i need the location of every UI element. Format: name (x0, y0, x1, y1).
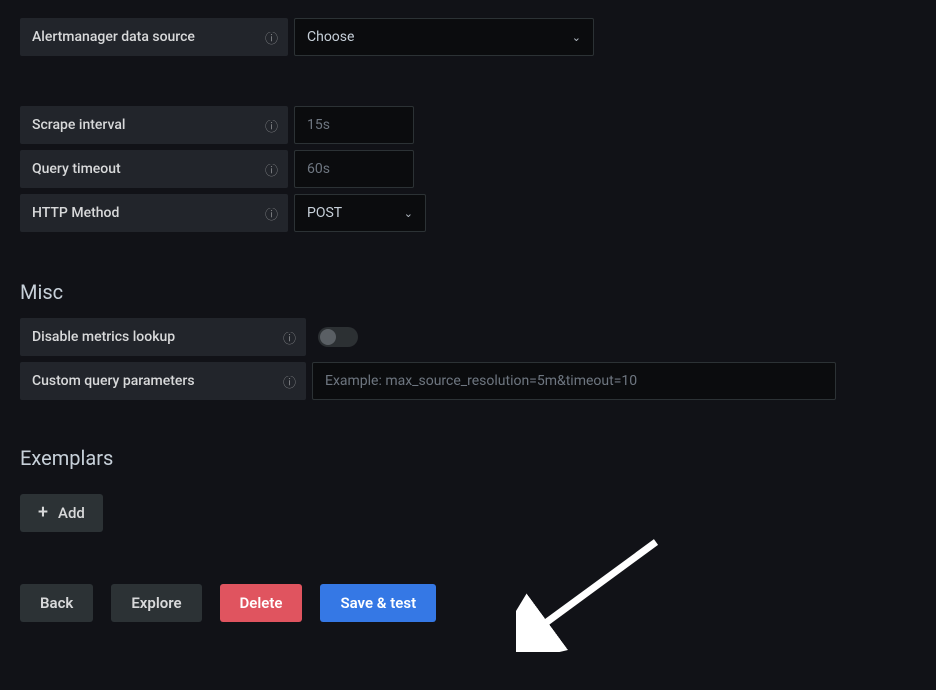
info-icon[interactable]: ⓘ (265, 116, 278, 135)
info-icon[interactable]: ⓘ (283, 328, 296, 347)
section-title-misc: Misc (20, 280, 916, 304)
row-disable-lookup: Disable metrics lookup ⓘ (20, 318, 916, 356)
label-query-timeout: Query timeout ⓘ (20, 150, 288, 188)
label-custom-params: Custom query parameters ⓘ (20, 362, 306, 400)
info-icon[interactable]: ⓘ (265, 160, 278, 179)
label-http-method: HTTP Method ⓘ (20, 194, 288, 232)
delete-button[interactable]: Delete (220, 584, 303, 622)
label-text: Alertmanager data source (32, 29, 195, 45)
label-alertmanager: Alertmanager data source ⓘ (20, 18, 288, 56)
explore-button[interactable]: Explore (111, 584, 201, 622)
save-test-button[interactable]: Save & test (320, 584, 436, 622)
toggle-knob (320, 329, 336, 345)
toggle-wrap (312, 318, 358, 356)
info-icon[interactable]: ⓘ (265, 204, 278, 223)
input-scrape-interval[interactable] (294, 106, 414, 144)
select-value: POST (307, 205, 342, 221)
label-text: HTTP Method (32, 205, 119, 221)
input-custom-params[interactable] (312, 362, 836, 400)
label-text: Query timeout (32, 161, 121, 177)
plus-icon: + (38, 504, 48, 522)
chevron-down-icon: ⌄ (572, 31, 581, 44)
row-http-method: HTTP Method ⓘ POST ⌄ (20, 194, 916, 232)
row-custom-params: Custom query parameters ⓘ (20, 362, 916, 400)
label-text: Custom query parameters (32, 373, 195, 389)
row-alertmanager: Alertmanager data source ⓘ Choose ⌄ (20, 18, 916, 56)
label-scrape-interval: Scrape interval ⓘ (20, 106, 288, 144)
label-text: Disable metrics lookup (32, 329, 175, 345)
toggle-disable-lookup[interactable] (318, 327, 358, 347)
row-scrape-interval: Scrape interval ⓘ (20, 106, 916, 144)
info-icon[interactable]: ⓘ (283, 372, 296, 391)
section-title-exemplars: Exemplars (20, 446, 916, 470)
input-query-timeout[interactable] (294, 150, 414, 188)
select-alertmanager[interactable]: Choose ⌄ (294, 18, 594, 56)
footer-buttons: Back Explore Delete Save & test (20, 584, 916, 622)
label-disable-lookup: Disable metrics lookup ⓘ (20, 318, 306, 356)
row-query-timeout: Query timeout ⓘ (20, 150, 916, 188)
add-button-label: Add (58, 504, 85, 522)
chevron-down-icon: ⌄ (404, 207, 413, 220)
label-text: Scrape interval (32, 117, 125, 133)
select-http-method[interactable]: POST ⌄ (294, 194, 426, 232)
info-icon[interactable]: ⓘ (265, 28, 278, 47)
add-exemplar-button[interactable]: + Add (20, 494, 103, 532)
back-button[interactable]: Back (20, 584, 93, 622)
settings-page: Alertmanager data source ⓘ Choose ⌄ Scra… (0, 0, 936, 690)
select-value: Choose (307, 29, 354, 45)
